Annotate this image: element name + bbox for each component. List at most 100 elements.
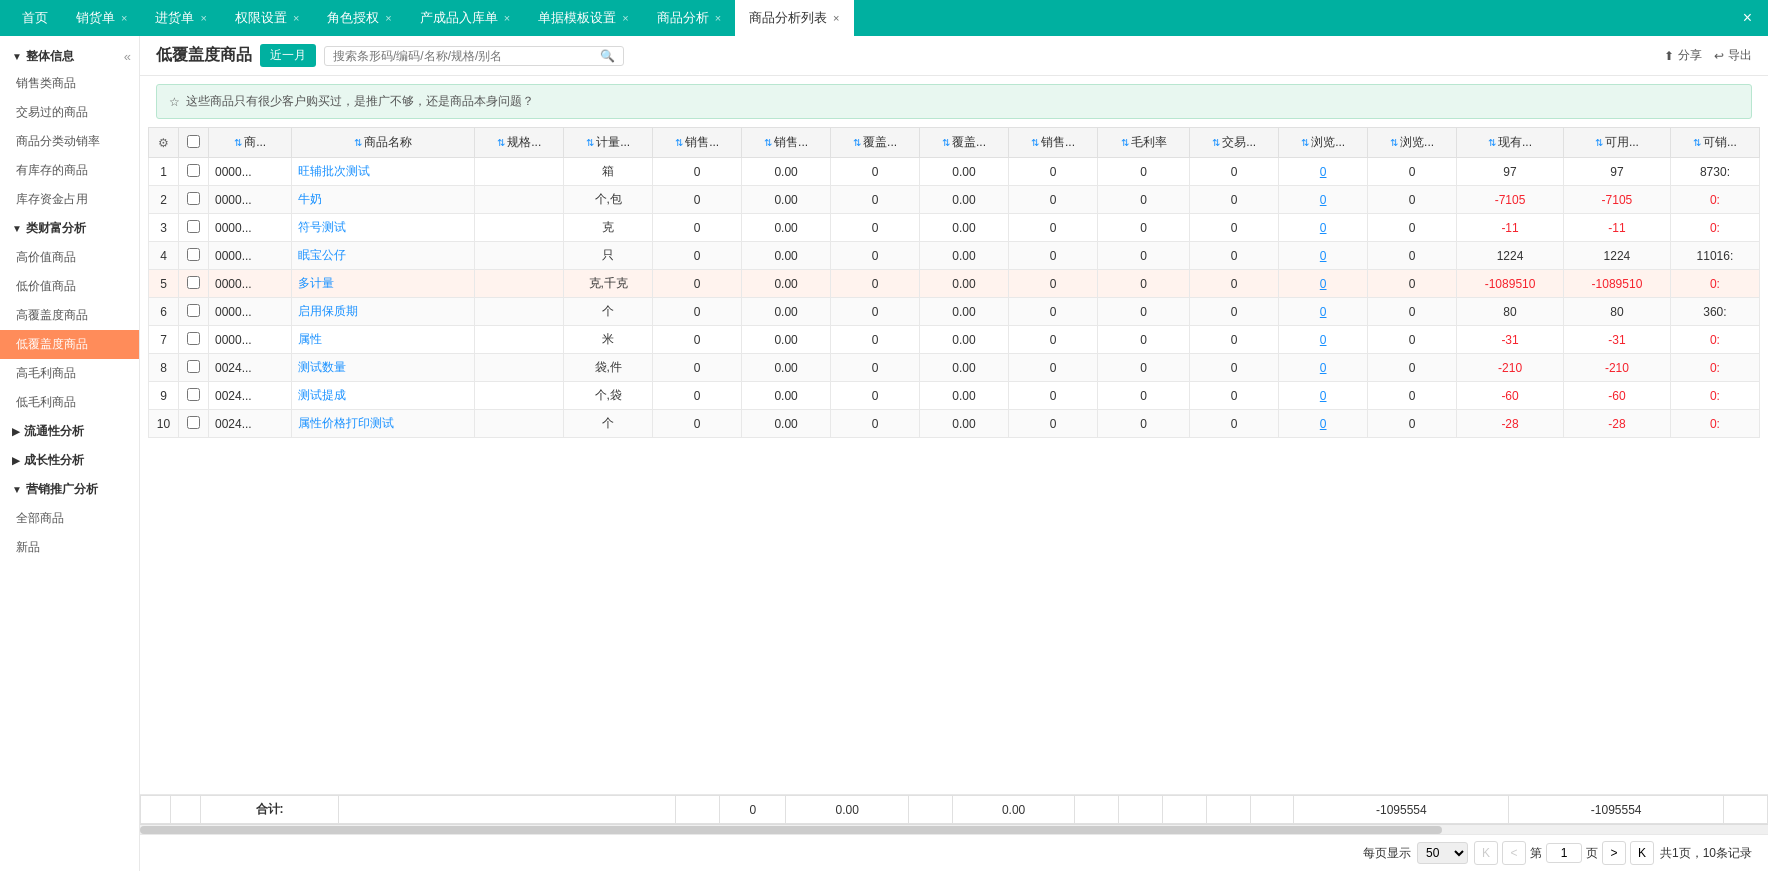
page-input[interactable] xyxy=(1546,843,1582,863)
next-page-button[interactable]: > xyxy=(1602,841,1626,865)
close-permission-icon[interactable]: × xyxy=(293,12,299,24)
sidebar: ▼ 整体信息 « 销售类商品 交易过的商品 商品分类动销率 有库存的商品 库存资… xyxy=(0,36,140,871)
close-template-icon[interactable]: × xyxy=(622,12,628,24)
row-unit: 箱 xyxy=(564,158,653,186)
row-name[interactable]: 测试数量 xyxy=(292,354,475,382)
nav-item-permission[interactable]: 权限设置 × xyxy=(221,0,313,36)
row-no: 6 xyxy=(149,298,179,326)
row-checkbox[interactable] xyxy=(179,298,209,326)
nav-item-purchase[interactable]: 进货单 × xyxy=(141,0,220,36)
row-view1[interactable]: 0 xyxy=(1279,214,1368,242)
row-checkbox[interactable] xyxy=(179,242,209,270)
row-checkbox[interactable] xyxy=(179,354,209,382)
close-analysis-list-icon[interactable]: × xyxy=(833,12,839,24)
row-view1[interactable]: 0 xyxy=(1279,242,1368,270)
sidebar-overall-header[interactable]: ▼ 整体信息 xyxy=(12,48,74,65)
row-cover2: 0.00 xyxy=(920,410,1009,438)
horizontal-scrollbar[interactable] xyxy=(140,824,1768,834)
row-stock-sale: 0: xyxy=(1670,270,1759,298)
row-sales-amt: 0.00 xyxy=(742,186,831,214)
row-name[interactable]: 旺辅批次测试 xyxy=(292,158,475,186)
close-analysis-icon[interactable]: × xyxy=(715,12,721,24)
scrollbar-thumb[interactable] xyxy=(140,826,1442,834)
col-gear[interactable]: ⚙ xyxy=(149,128,179,158)
close-instock-icon[interactable]: × xyxy=(504,12,510,24)
row-name[interactable]: 符号测试 xyxy=(292,214,475,242)
sidebar-item-all-goods[interactable]: 全部商品 xyxy=(0,504,139,533)
close-all-button[interactable]: × xyxy=(1735,9,1760,27)
row-stock-cur: -28 xyxy=(1457,410,1564,438)
row-checkbox[interactable] xyxy=(179,326,209,354)
sidebar-collapse-button[interactable]: « xyxy=(124,49,131,64)
row-view1[interactable]: 0 xyxy=(1279,270,1368,298)
sidebar-circulation-header[interactable]: ▶ 流通性分析 xyxy=(0,417,139,446)
close-role-icon[interactable]: × xyxy=(385,12,391,24)
row-name[interactable]: 启用保质期 xyxy=(292,298,475,326)
row-name[interactable]: 属性 xyxy=(292,326,475,354)
row-checkbox[interactable] xyxy=(179,158,209,186)
col-unit: ⇅计量... xyxy=(564,128,653,158)
row-checkbox[interactable] xyxy=(179,186,209,214)
close-sales-icon[interactable]: × xyxy=(121,12,127,24)
totals-stock-cur: -1095554 xyxy=(1294,796,1509,824)
row-checkbox[interactable] xyxy=(179,270,209,298)
search-icon[interactable]: 🔍 xyxy=(600,49,615,63)
gear-icon[interactable]: ⚙ xyxy=(158,136,169,150)
page-size-select[interactable]: 50 100 200 xyxy=(1417,842,1468,864)
sidebar-item-low-margin[interactable]: 低毛利商品 xyxy=(0,388,139,417)
sidebar-item-sales-goods[interactable]: 销售类商品 xyxy=(0,69,139,98)
export-button[interactable]: ↩ 导出 xyxy=(1714,47,1752,64)
row-gross-rate: 0 xyxy=(1097,270,1189,298)
row-checkbox[interactable] xyxy=(179,214,209,242)
sidebar-item-low-coverage[interactable]: 低覆盖度商品 xyxy=(0,330,139,359)
row-view1[interactable]: 0 xyxy=(1279,410,1368,438)
nav-item-instock[interactable]: 产成品入库单 × xyxy=(406,0,524,36)
row-view1[interactable]: 0 xyxy=(1279,354,1368,382)
sidebar-item-traded-goods[interactable]: 交易过的商品 xyxy=(0,98,139,127)
row-view1[interactable]: 0 xyxy=(1279,382,1368,410)
row-name[interactable]: 牛奶 xyxy=(292,186,475,214)
row-name[interactable]: 属性价格打印测试 xyxy=(292,410,475,438)
row-view1[interactable]: 0 xyxy=(1279,186,1368,214)
nav-item-role[interactable]: 角色授权 × xyxy=(313,0,405,36)
select-all-checkbox[interactable] xyxy=(187,135,200,148)
first-page-button[interactable]: K xyxy=(1474,841,1498,865)
row-view1[interactable]: 0 xyxy=(1279,298,1368,326)
row-checkbox[interactable] xyxy=(179,382,209,410)
prev-page-button[interactable]: < xyxy=(1502,841,1526,865)
nav-item-analysis-list[interactable]: 商品分析列表 × xyxy=(735,0,853,36)
sidebar-item-new-goods[interactable]: 新品 xyxy=(0,533,139,562)
col-checkbox[interactable] xyxy=(179,128,209,158)
nav-item-template[interactable]: 单据模板设置 × xyxy=(524,0,642,36)
row-name[interactable]: 多计量 xyxy=(292,270,475,298)
filter-button[interactable]: 近一月 xyxy=(260,44,316,67)
search-input[interactable] xyxy=(333,49,596,63)
content-area: 低覆盖度商品 近一月 🔍 ⬆ 分享 ↩ 导出 ☆ 这些商品只有很少客户购买过，是… xyxy=(140,36,1768,871)
sidebar-item-stock-goods[interactable]: 有库存的商品 xyxy=(0,156,139,185)
row-view1[interactable]: 0 xyxy=(1279,326,1368,354)
sidebar-marketing-header[interactable]: ▼ 营销推广分析 xyxy=(0,475,139,504)
sidebar-item-capital[interactable]: 库存资金占用 xyxy=(0,185,139,214)
sidebar-wealth-header[interactable]: ▼ 类财富分析 xyxy=(0,214,139,243)
row-name[interactable]: 眠宝公仔 xyxy=(292,242,475,270)
row-checkbox[interactable] xyxy=(179,410,209,438)
last-page-button[interactable]: K xyxy=(1630,841,1654,865)
row-id: 0000... xyxy=(209,326,292,354)
table-container[interactable]: ⚙ ⇅商... ⇅商品名称 ⇅规格... ⇅计量... ⇅销售... ⇅销售..… xyxy=(140,127,1768,794)
nav-item-home[interactable]: 首页 xyxy=(8,0,62,36)
sidebar-item-category-rate[interactable]: 商品分类动销率 xyxy=(0,127,139,156)
row-trade: 0 xyxy=(1190,382,1279,410)
row-view1[interactable]: 0 xyxy=(1279,158,1368,186)
nav-item-analysis[interactable]: 商品分析 × xyxy=(643,0,735,36)
sidebar-item-high-coverage[interactable]: 高覆盖度商品 xyxy=(0,301,139,330)
sidebar-growth-header[interactable]: ▶ 成长性分析 xyxy=(0,446,139,475)
share-button[interactable]: ⬆ 分享 xyxy=(1664,47,1702,64)
col-sales-amt: ⇅销售... xyxy=(742,128,831,158)
close-purchase-icon[interactable]: × xyxy=(200,12,206,24)
sidebar-item-high-margin[interactable]: 高毛利商品 xyxy=(0,359,139,388)
row-name[interactable]: 测试提成 xyxy=(292,382,475,410)
row-cover1: 0 xyxy=(831,186,920,214)
nav-item-sales[interactable]: 销货单 × xyxy=(62,0,141,36)
sidebar-item-low-value[interactable]: 低价值商品 xyxy=(0,272,139,301)
sidebar-item-high-value[interactable]: 高价值商品 xyxy=(0,243,139,272)
